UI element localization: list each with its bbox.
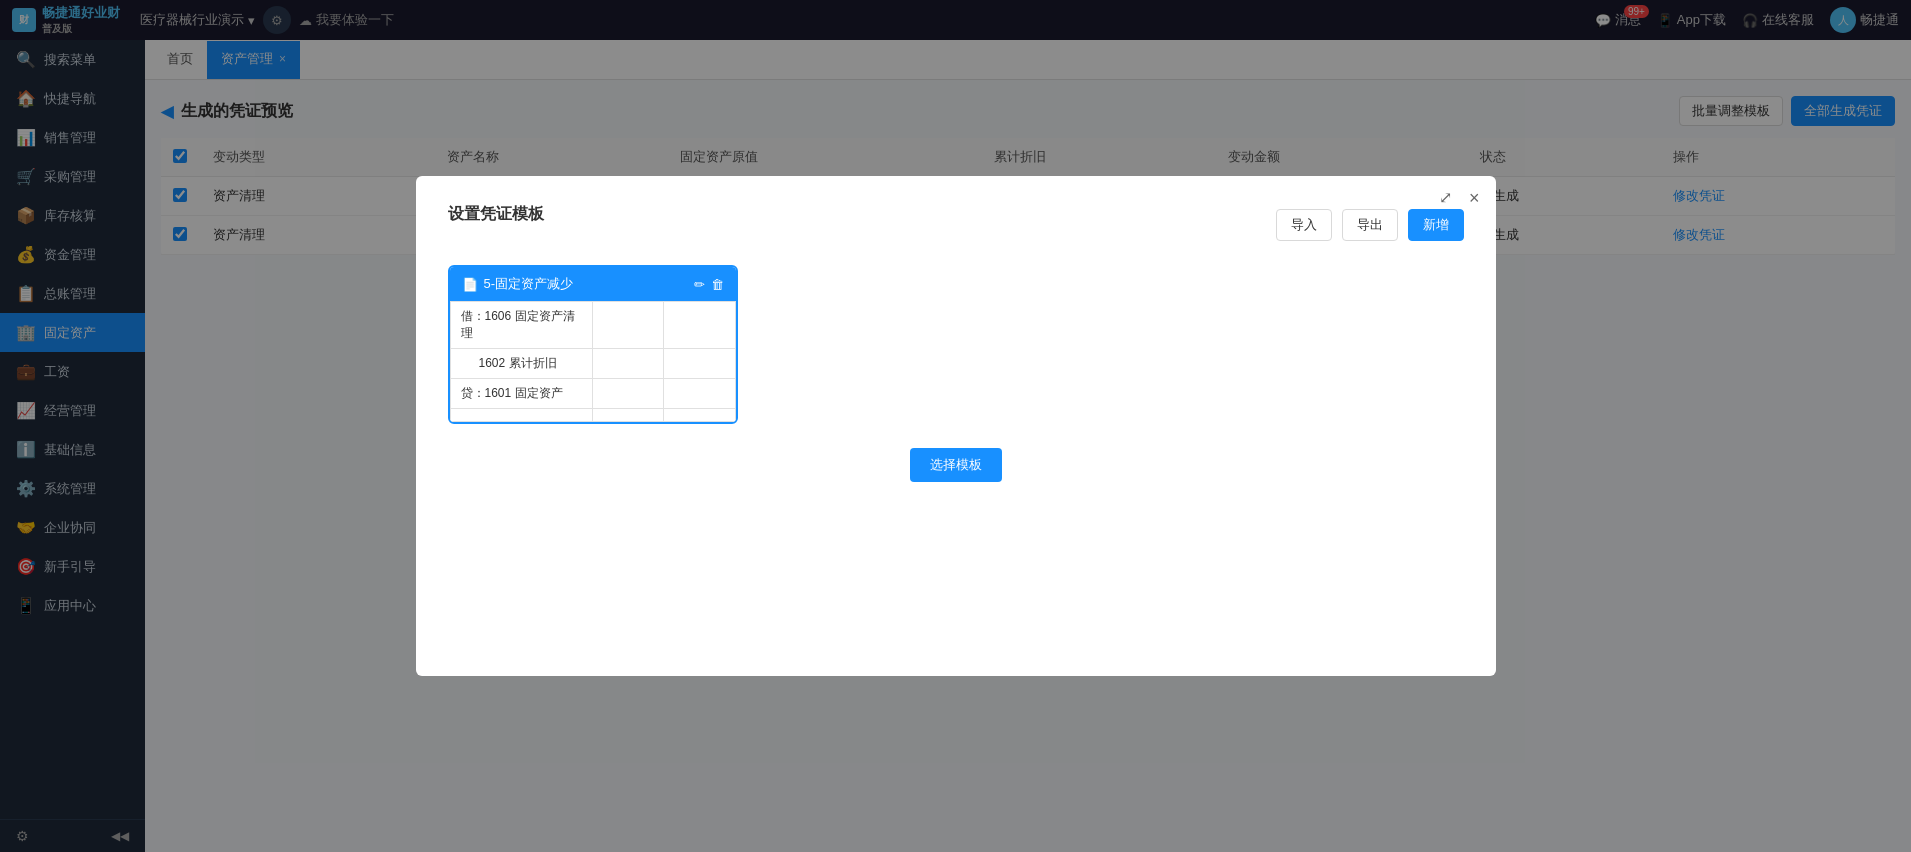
entry3-credit xyxy=(664,379,735,409)
new-template-btn[interactable]: 新增 xyxy=(1408,209,1464,241)
template-edit-icon[interactable]: ✏ xyxy=(694,277,705,292)
template-card-body: 借：1606 固定资产清理 1602 累计折旧 贷：1601 固定资产 xyxy=(450,301,736,422)
modal-close-btn[interactable]: × xyxy=(1469,188,1480,209)
template-dialog-actions: 导入 导出 新增 xyxy=(1276,209,1464,241)
import-btn[interactable]: 导入 xyxy=(1276,209,1332,241)
template-entry-row: 1602 累计折旧 xyxy=(450,349,735,379)
entry3-direction-account: 贷：1601 固定资产 xyxy=(450,379,593,409)
modal-overlay: ⤢ × 设置凭证模板 导入 导出 新增 📄 5-固定资产减少 ✏ 🗑 xyxy=(0,0,1911,852)
template-dialog: ⤢ × 设置凭证模板 导入 导出 新增 📄 5-固定资产减少 ✏ 🗑 xyxy=(416,176,1496,676)
template-dialog-header: 设置凭证模板 导入 导出 新增 xyxy=(448,204,1464,245)
entry3-debit xyxy=(593,379,664,409)
template-card: 📄 5-固定资产减少 ✏ 🗑 借：1606 固定资产清理 xyxy=(448,265,738,424)
entry2-credit xyxy=(664,349,735,379)
entry2-account: 1602 累计折旧 xyxy=(450,349,593,379)
select-template-btn[interactable]: 选择模板 xyxy=(910,448,1002,482)
template-entries-table: 借：1606 固定资产清理 1602 累计折旧 贷：1601 固定资产 xyxy=(450,301,736,422)
template-card-header: 📄 5-固定资产减少 ✏ 🗑 xyxy=(450,267,736,301)
entry2-debit xyxy=(593,349,664,379)
template-card-title-area: 📄 5-固定资产减少 xyxy=(462,275,574,293)
entry4-debit xyxy=(593,409,664,422)
template-card-header-icons: ✏ 🗑 xyxy=(694,277,724,292)
template-dialog-title: 设置凭证模板 xyxy=(448,204,544,225)
entry4-account xyxy=(450,409,593,422)
entry1-credit xyxy=(664,302,735,349)
template-entry-row: 贷：1601 固定资产 xyxy=(450,379,735,409)
template-entry-row xyxy=(450,409,735,422)
modal-maximize-btn[interactable]: ⤢ xyxy=(1439,188,1452,207)
entry1-debit xyxy=(593,302,664,349)
template-delete-icon[interactable]: 🗑 xyxy=(711,277,724,292)
template-doc-icon: 📄 xyxy=(462,277,478,292)
export-btn[interactable]: 导出 xyxy=(1342,209,1398,241)
template-entry-row: 借：1606 固定资产清理 xyxy=(450,302,735,349)
entry4-credit xyxy=(664,409,735,422)
entry1-direction-account: 借：1606 固定资产清理 xyxy=(450,302,593,349)
template-card-title: 5-固定资产减少 xyxy=(484,275,574,293)
